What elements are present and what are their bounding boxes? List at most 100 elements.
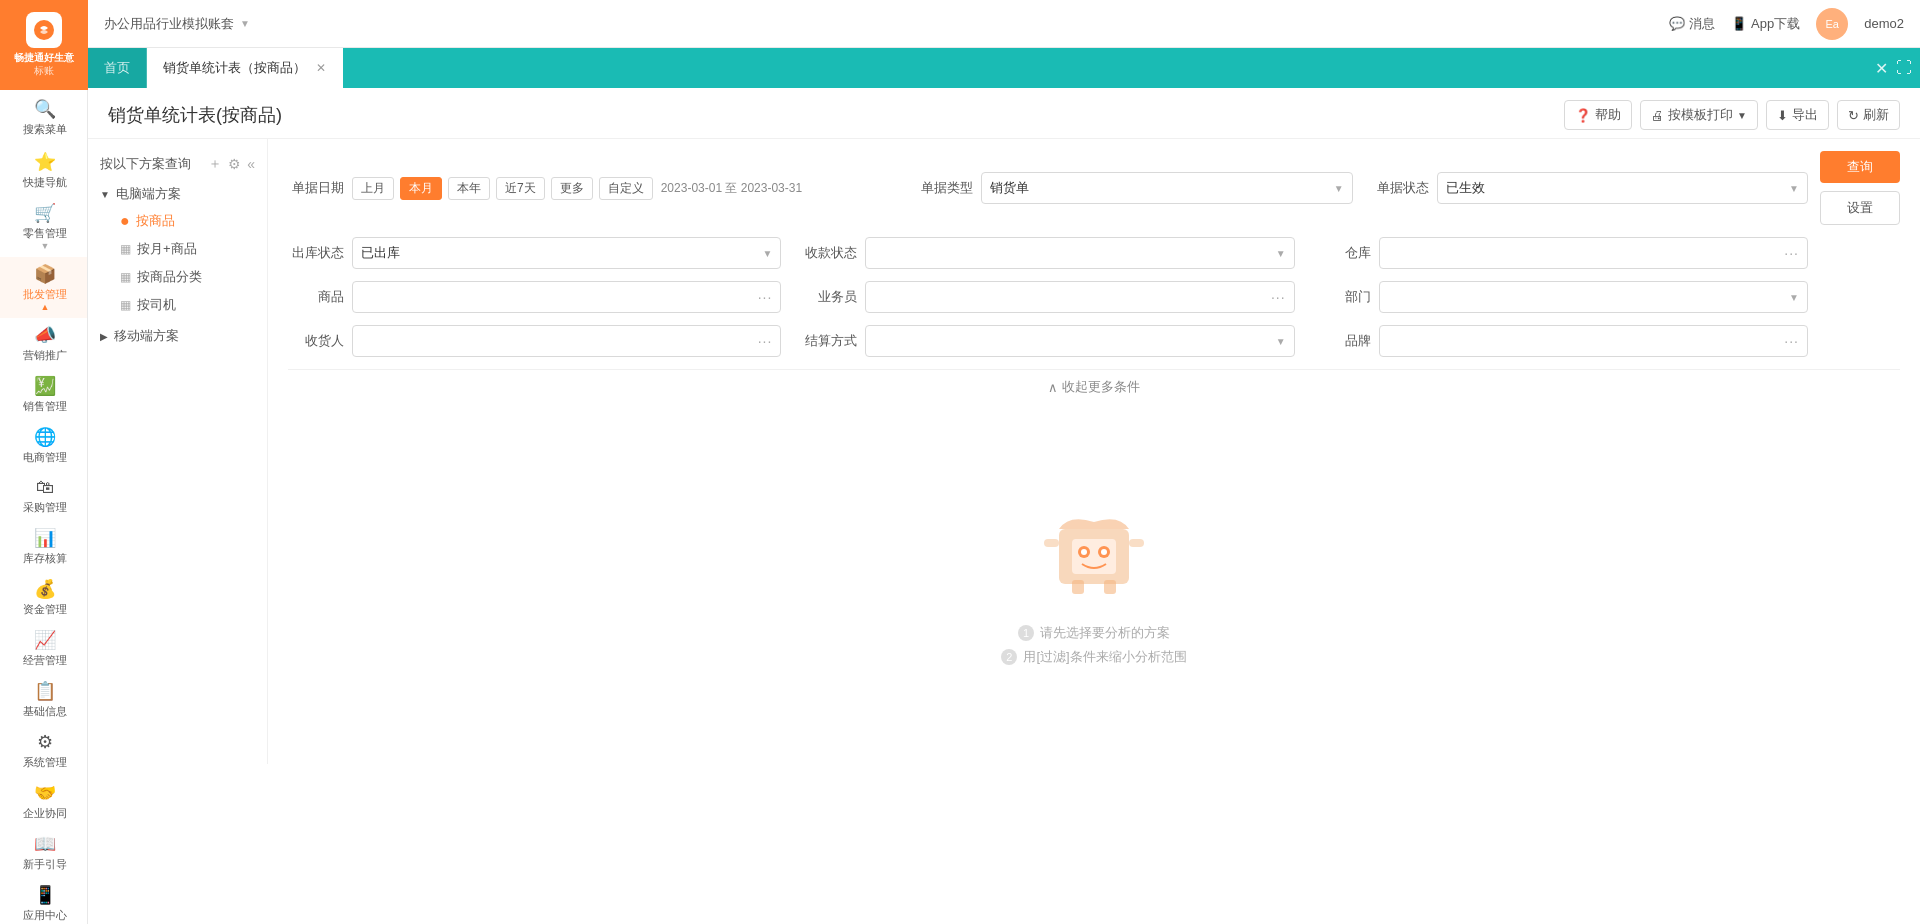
left-panel-title: 按以下方案查询 (100, 155, 191, 173)
date-btn-more[interactable]: 更多 (551, 177, 593, 200)
operations-icon: 📈 (34, 629, 56, 651)
collapse-filters-button[interactable]: ∧ 收起更多条件 (288, 369, 1900, 404)
date-btn-this-month[interactable]: 本月 (400, 177, 442, 200)
sidebar-label-marketing: 营销推广 (23, 348, 67, 363)
filter-row-2: 出库状态 已出库 ▼ 收款状态 ▼ (288, 237, 1900, 269)
brand-control[interactable]: ··· (1379, 325, 1808, 357)
tab-home[interactable]: 首页 (88, 48, 147, 88)
collapse-panel-button[interactable]: « (247, 156, 255, 172)
warehouse-status-label: 出库状态 (288, 244, 344, 262)
user-avatar[interactable]: Ea (1816, 8, 1848, 40)
tab-sales-stats[interactable]: 销货单统计表（按商品） ✕ (147, 48, 343, 88)
sidebar-item-system[interactable]: ⚙ 系统管理 (0, 725, 87, 776)
filter-row-3: 商品 ··· 业务员 ··· (288, 281, 1900, 313)
guide-icon: 📖 (34, 833, 56, 855)
tab-close-all-button[interactable]: ✕ (1875, 59, 1888, 78)
warehouse-control[interactable]: ··· (1379, 237, 1808, 269)
sidebar-item-ecommerce[interactable]: 🌐 电商管理 (0, 420, 87, 471)
app-download-button[interactable]: 📱 App下载 (1731, 15, 1800, 33)
tree-item-by-month-goods[interactable]: ▦ 按月+商品 (88, 235, 267, 263)
sidebar-item-enterprise[interactable]: 🤝 企业协同 (0, 776, 87, 827)
sidebar-item-wholesale[interactable]: 📦 批发管理 ▲ (0, 257, 87, 318)
doc-status-label: 单据状态 (1373, 179, 1429, 197)
sidebar-item-retail[interactable]: 🛒 零售管理 ▼ (0, 196, 87, 257)
sidebar-item-operations[interactable]: 📈 经营管理 (0, 623, 87, 674)
tree-item-by-goods-category[interactable]: ▦ 按商品分类 (88, 263, 267, 291)
receipt-status-label: 收款状态 (801, 244, 857, 262)
sidebar-item-app-center[interactable]: 📱 应用中心 (0, 878, 87, 924)
date-btn-last-7-days[interactable]: 近7天 (496, 177, 545, 200)
topbar: 办公用品行业模拟账套 ▼ 💬 消息 📱 App下载 Ea demo2 (88, 0, 1920, 48)
mobile-section-toggle[interactable]: ▶ 移动端方案 (88, 323, 267, 349)
doc-status-filter-item: 单据状态 已生效 ▼ (1373, 172, 1808, 204)
scheme-settings-button[interactable]: ⚙ (228, 156, 241, 172)
date-label: 单据日期 (288, 179, 344, 197)
sidebar-item-search[interactable]: 🔍 搜索菜单 (0, 90, 87, 145)
empty-num-1: 1 (1018, 625, 1034, 641)
workspace-selector[interactable]: 办公用品行业模拟账套 ▼ (104, 15, 250, 33)
by-month-goods-label: 按月+商品 (137, 240, 197, 258)
user-name[interactable]: demo2 (1864, 16, 1904, 31)
receiver-control[interactable]: ··· (352, 325, 781, 357)
sidebar-item-inventory[interactable]: 📊 库存核算 (0, 521, 87, 572)
sidebar-item-quick-nav[interactable]: ⭐ 快捷导航 (0, 145, 87, 196)
sidebar-logo[interactable]: 畅捷通好生意 标账 (0, 0, 88, 90)
query-button[interactable]: 查询 (1820, 151, 1900, 183)
warehouse-status-control[interactable]: 已出库 ▼ (352, 237, 781, 269)
add-scheme-button[interactable]: ＋ (208, 155, 222, 173)
svg-rect-9 (1072, 580, 1084, 594)
export-button[interactable]: ⬇ 导出 (1766, 100, 1829, 130)
tabbar: 首页 销货单统计表（按商品） ✕ ✕ ⛶ (88, 48, 1920, 88)
message-button[interactable]: 💬 消息 (1669, 15, 1715, 33)
department-filter-item: 部门 ▼ (1315, 281, 1808, 313)
query-action-col: 查询 设置 (1820, 151, 1900, 225)
tab-close-icon[interactable]: ✕ (316, 61, 326, 75)
empty-num-2: 2 (1001, 649, 1017, 665)
sidebar-item-guide[interactable]: 📖 新手引导 (0, 827, 87, 878)
sidebar-label-quick-nav: 快捷导航 (23, 175, 67, 190)
retail-icon: 🛒 (34, 202, 56, 224)
page-content: 销货单统计表(按商品) ❓ 帮助 🖨 按模板打印 ▼ ⬇ 导出 (88, 88, 1920, 924)
svg-rect-10 (1104, 580, 1116, 594)
goods-label: 商品 (288, 288, 344, 306)
sidebar-label-ecommerce: 电商管理 (23, 450, 67, 465)
sidebar-item-basic-info[interactable]: 📋 基础信息 (0, 674, 87, 725)
sidebar-label-inventory: 库存核算 (23, 551, 67, 566)
date-btn-custom[interactable]: 自定义 (599, 177, 653, 200)
app-subtitle: 标账 (34, 64, 54, 78)
content-body: 按以下方案查询 ＋ ⚙ « ▼ 电脑端方案 (88, 139, 1920, 764)
brand-filter-item: 品牌 ··· (1315, 325, 1808, 357)
sidebar-label-app-center: 应用中心 (23, 908, 67, 923)
payment-method-control[interactable]: ▼ (865, 325, 1294, 357)
sales-icon: 💹 (34, 375, 56, 397)
sidebar-item-finance[interactable]: 💰 资金管理 (0, 572, 87, 623)
svg-rect-7 (1044, 539, 1059, 547)
tab-maximize-button[interactable]: ⛶ (1896, 59, 1912, 77)
tabbar-actions: ✕ ⛶ (1875, 59, 1920, 78)
tree-item-by-cashier[interactable]: ▦ 按司机 (88, 291, 267, 319)
goods-control[interactable]: ··· (352, 281, 781, 313)
settings-button[interactable]: 设置 (1820, 191, 1900, 225)
receipt-status-control[interactable]: ▼ (865, 237, 1294, 269)
svg-point-5 (1081, 549, 1087, 555)
doc-type-control[interactable]: 销货单 ▼ (981, 172, 1352, 204)
department-control[interactable]: ▼ (1379, 281, 1808, 313)
system-icon: ⚙ (37, 731, 53, 753)
doc-status-control[interactable]: 已生效 ▼ (1437, 172, 1808, 204)
collapse-label: 收起更多条件 (1062, 378, 1140, 396)
print-template-button[interactable]: 🖨 按模板打印 ▼ (1640, 100, 1758, 130)
salesperson-control[interactable]: ··· (865, 281, 1294, 313)
refresh-button[interactable]: ↻ 刷新 (1837, 100, 1900, 130)
warehouse-dots: ··· (1784, 245, 1799, 261)
sidebar-item-marketing[interactable]: 📣 营销推广 (0, 318, 87, 369)
tree-item-by-goods[interactable]: ● 按商品 (88, 207, 267, 235)
procurement-icon: 🛍 (36, 477, 54, 498)
help-button[interactable]: ❓ 帮助 (1564, 100, 1632, 130)
refresh-icon: ↻ (1848, 108, 1859, 123)
pc-section-toggle[interactable]: ▼ 电脑端方案 (88, 181, 267, 207)
date-btn-this-year[interactable]: 本年 (448, 177, 490, 200)
wholesale-arrow: ▲ (41, 302, 50, 312)
sidebar-item-procurement[interactable]: 🛍 采购管理 (0, 471, 87, 521)
sidebar-item-sales[interactable]: 💹 销售管理 (0, 369, 87, 420)
date-btn-last-month[interactable]: 上月 (352, 177, 394, 200)
